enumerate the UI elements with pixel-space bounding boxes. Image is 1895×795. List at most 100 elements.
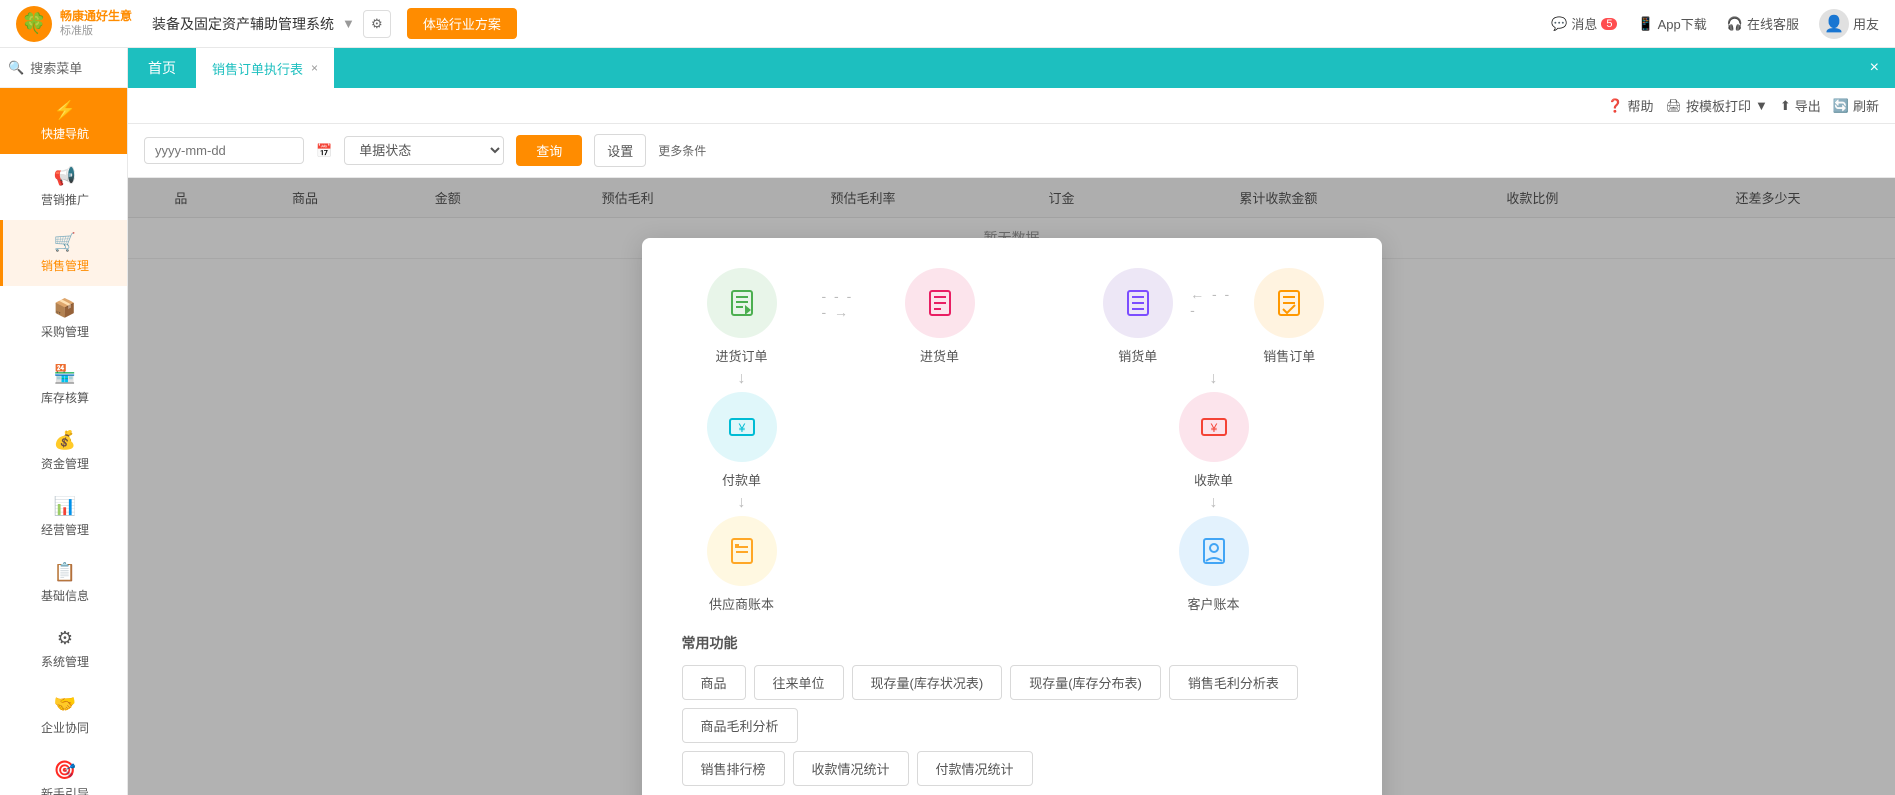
content-header: ❓ 帮助 🖨 按模板打印 ▼ ⬆ 导出 🔄 刷新: [128, 88, 1895, 124]
system-dropdown-icon[interactable]: ▼: [342, 16, 355, 31]
tab-home[interactable]: 首页: [128, 48, 196, 88]
tab-sales-order[interactable]: 销售订单执行表 ×: [196, 48, 334, 88]
print-icon: 🖨: [1665, 98, 1682, 114]
more-conditions-link[interactable]: 更多条件: [658, 142, 706, 159]
quick-nav-icon: ⚡: [54, 100, 76, 121]
func-btn-payment-stats[interactable]: 付款情况统计: [917, 751, 1033, 786]
node-purchase-bill: 进货单: [880, 268, 1000, 365]
func-btn-product[interactable]: 商品: [682, 665, 746, 700]
sidebar-item-enterprise[interactable]: 🤝 企业协同: [0, 682, 127, 748]
node-purchase-order: 进货订单: [682, 268, 802, 365]
sidebar-item-operation[interactable]: 📊 经营管理: [0, 484, 127, 550]
system-name: 装备及固定资产辅助管理系统: [152, 14, 334, 34]
basic-info-icon: 📋: [54, 562, 76, 583]
func-btn-stock-dist[interactable]: 现存量(库存分布表): [1010, 665, 1161, 700]
status-select[interactable]: 单据状态: [344, 136, 504, 165]
print-dropdown-icon: ▼: [1755, 98, 1768, 113]
sale-order-icon: [1254, 268, 1324, 338]
user-name: 用友: [1853, 14, 1879, 33]
workflow-modal: 进货订单 ↓ ¥ 付款单 ↓: [642, 238, 1382, 795]
help-icon: ❓: [1607, 98, 1623, 114]
refresh-action[interactable]: 🔄 刷新: [1833, 96, 1879, 115]
calendar-icon[interactable]: 📅: [316, 143, 332, 159]
help-action[interactable]: ❓ 帮助: [1607, 96, 1653, 115]
refresh-icon: 🔄: [1833, 98, 1849, 114]
sidebar-item-quick-nav[interactable]: ⚡ 快捷导航: [0, 88, 127, 154]
receipt-icon: ¥: [1179, 392, 1249, 462]
template-print-action[interactable]: 🖨 按模板打印 ▼: [1665, 96, 1767, 115]
user-avatar-action[interactable]: 👤 用友: [1819, 9, 1879, 39]
func-btn-partner[interactable]: 往来单位: [754, 665, 844, 700]
tab-close-icon[interactable]: ×: [311, 61, 318, 75]
search-button[interactable]: 查询: [516, 135, 582, 166]
node-payment: ¥ 付款单: [682, 392, 802, 489]
func-btn-sales-profit[interactable]: 销售毛利分析表: [1169, 665, 1298, 700]
sidebar-search[interactable]: 🔍 搜索菜单: [0, 48, 127, 88]
settings-button-filter[interactable]: 设置: [594, 134, 646, 167]
arrow-down-receipt: ↓: [1210, 493, 1218, 512]
phone-icon: 📱: [1637, 16, 1653, 32]
modal-overlay: 进货订单 ↓ ¥ 付款单 ↓: [128, 178, 1895, 795]
sidebar-item-finance[interactable]: 💰 资金管理: [0, 418, 127, 484]
common-functions-title: 常用功能: [682, 633, 1342, 653]
marketing-icon: 📢: [54, 166, 76, 187]
func-btn-receipt-stats[interactable]: 收款情况统计: [793, 751, 909, 786]
sale-bill-icon: [1103, 268, 1173, 338]
sidebar-item-purchase[interactable]: 📦 采购管理: [0, 286, 127, 352]
message-badge: 5: [1601, 18, 1617, 30]
online-service-action[interactable]: 🎧 在线客服: [1727, 14, 1799, 33]
message-icon: 💬: [1551, 16, 1567, 32]
logo-icon: 🍀: [16, 6, 52, 42]
func-btn-stock-status[interactable]: 现存量(库存状况表): [852, 665, 1003, 700]
guide-icon: 🎯: [54, 760, 76, 781]
sidebar: 🔍 搜索菜单 ⚡ 快捷导航 📢 营销推广 🛒 销售管理 📦 采购管理: [0, 48, 128, 795]
system-icon: ⚙: [57, 628, 73, 649]
logo-text: 畅康通好生意 标准版: [60, 9, 132, 39]
svg-text:¥: ¥: [1209, 421, 1217, 435]
system-title: 装备及固定资产辅助管理系统 ▼: [152, 14, 355, 34]
func-btn-product-profit[interactable]: 商品毛利分析: [682, 708, 798, 743]
export-icon: ⬆: [1780, 98, 1791, 114]
inventory-icon: 🏪: [54, 364, 76, 385]
message-action[interactable]: 💬 消息 5: [1551, 14, 1617, 33]
avatar: 👤: [1819, 9, 1849, 39]
logo-area: 🍀 畅康通好生意 标准版: [16, 6, 144, 42]
sidebar-item-guide[interactable]: 🎯 新手引导: [0, 748, 127, 795]
svg-text:¥: ¥: [737, 421, 745, 435]
node-sale-bill: 销货单: [1086, 268, 1191, 365]
date-start-input[interactable]: [144, 137, 304, 164]
enterprise-icon: 🤝: [54, 694, 76, 715]
trial-button[interactable]: 体验行业方案: [407, 8, 517, 39]
export-action[interactable]: ⬆ 导出: [1780, 96, 1821, 115]
purchase-bill-icon: [905, 268, 975, 338]
supplier-ledger-icon: [707, 516, 777, 586]
arrow-down-3: ↓: [738, 493, 746, 512]
customer-ledger-icon: [1179, 516, 1249, 586]
sidebar-item-sales[interactable]: 🛒 销售管理: [0, 220, 127, 286]
operation-icon: 📊: [54, 496, 76, 517]
app-download-action[interactable]: 📱 App下载: [1637, 14, 1706, 33]
search-icon: 🔍: [8, 60, 24, 76]
top-bar: 🍀 畅康通好生意 标准版 装备及固定资产辅助管理系统 ▼ ⚙ 体验行业方案 💬 …: [0, 0, 1895, 48]
func-buttons-row2: 销售排行榜 收款情况统计 付款情况统计: [682, 751, 1342, 786]
payment-icon: ¥: [707, 392, 777, 462]
settings-button[interactable]: ⚙: [363, 10, 391, 38]
purchase-order-icon: [707, 268, 777, 338]
node-receipt: ¥ 收款单: [1154, 392, 1274, 489]
sidebar-item-inventory[interactable]: 🏪 库存核算: [0, 352, 127, 418]
node-sale-order: 销售订单: [1237, 268, 1342, 365]
arrow-down-sale: ↓: [1210, 369, 1218, 388]
sidebar-item-marketing[interactable]: 📢 营销推广: [0, 154, 127, 220]
func-btn-sales-rank[interactable]: 销售排行榜: [682, 751, 785, 786]
tab-bar: 首页 销售订单执行表 × ×: [128, 48, 1895, 88]
sidebar-item-basic-info[interactable]: 📋 基础信息: [0, 550, 127, 616]
node-customer-ledger: 客户账本: [1154, 516, 1274, 613]
arrow-down-1: ↓: [738, 369, 746, 388]
finance-icon: 💰: [54, 430, 76, 451]
common-functions: 常用功能 商品 往来单位 现存量(库存状况表) 现存量(库存分布表) 销售毛利分…: [682, 633, 1342, 786]
content-area: 首页 销售订单执行表 × × ❓ 帮助 🖨 按模板打印 ▼: [128, 48, 1895, 795]
sidebar-item-system[interactable]: ⚙ 系统管理: [0, 616, 127, 682]
sales-icon: 🛒: [54, 232, 76, 253]
window-close-icon[interactable]: ×: [1854, 59, 1895, 77]
table-container: 品 商品 金额 预估毛利 预估毛利率 订金 累计收款金额 收款比例 还差多少天: [128, 178, 1895, 795]
